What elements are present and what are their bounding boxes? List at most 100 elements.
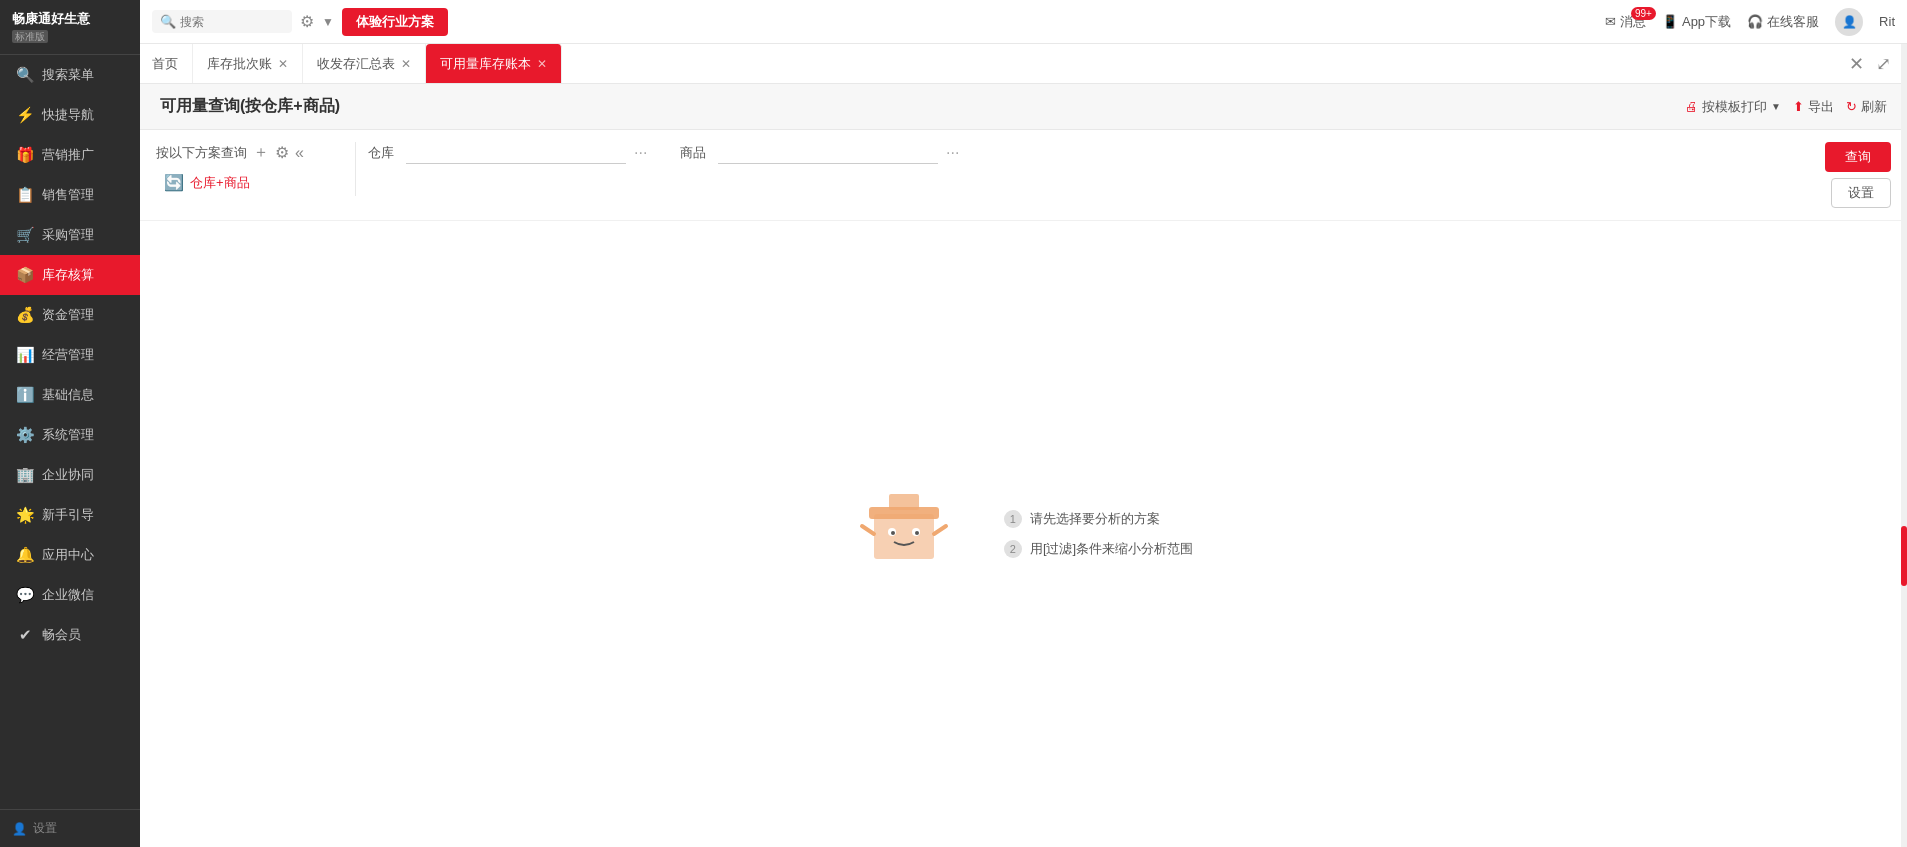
sidebar-item-quick-nav[interactable]: ⚡ 快捷导航: [0, 95, 140, 135]
service-label: 在线客服: [1767, 13, 1819, 31]
tab-batch-ledger[interactable]: 库存批次账 ✕: [193, 44, 303, 83]
sidebar: 畅康通好生意 标准版 🔍 搜索菜单 ⚡ 快捷导航 🎁 营销推广 📋 销售管理 🛒…: [0, 0, 140, 847]
sales-icon: 📋: [16, 186, 34, 204]
right-scrollbar: [1901, 44, 1907, 847]
sidebar-item-finance[interactable]: 💰 资金管理: [0, 295, 140, 335]
sidebar-item-newbie[interactable]: 🌟 新手引导: [0, 495, 140, 535]
sidebar-item-system[interactable]: ⚙️ 系统管理: [0, 415, 140, 455]
sidebar-item-inventory[interactable]: 📦 库存核算: [0, 255, 140, 295]
warehouse-field: 仓库 ···: [368, 142, 668, 164]
message-button[interactable]: ✉ 消息 99+: [1605, 13, 1646, 31]
tip-text-1: 请先选择要分析的方案: [1030, 510, 1160, 528]
purchase-icon: 🛒: [16, 226, 34, 244]
top-header: 🔍 ⚙ ▼ 体验行业方案 ✉ 消息 99+ 📱 App下载 🎧 在线客服 👤 R: [140, 0, 1907, 44]
online-service-button[interactable]: 🎧 在线客服: [1747, 13, 1819, 31]
tab-available-ledger-close-icon[interactable]: ✕: [537, 57, 547, 71]
svg-line-8: [934, 526, 946, 534]
main-area: 🔍 ⚙ ▼ 体验行业方案 ✉ 消息 99+ 📱 App下载 🎧 在线客服 👤 R: [140, 0, 1907, 847]
filter-buttons: 查询 设置: [1825, 142, 1891, 208]
page-header: 可用量查询(按仓库+商品) 🖨 按模板打印 ▼ ⬆ 导出 ↻ 刷新: [140, 84, 1907, 130]
tab-home-label: 首页: [152, 55, 178, 73]
sidebar-item-label: 新手引导: [42, 506, 94, 524]
filter-area: 按以下方案查询 ＋ ⚙ « 🔄 仓库+商品 仓库 ···: [140, 130, 1907, 221]
sidebar-item-marketing[interactable]: 🎁 营销推广: [0, 135, 140, 175]
app-download-button[interactable]: 📱 App下载: [1662, 13, 1731, 31]
sidebar-item-label: 企业微信: [42, 586, 94, 604]
sidebar-item-appstore[interactable]: 🔔 应用中心: [0, 535, 140, 575]
message-badge: 99+: [1631, 7, 1656, 20]
sidebar-item-search[interactable]: 🔍 搜索菜单: [0, 55, 140, 95]
add-scheme-button[interactable]: ＋: [253, 142, 269, 163]
search-box-icon: 🔍: [160, 14, 176, 29]
sidebar-item-member[interactable]: ✔ 畅会员: [0, 615, 140, 655]
tab-collect-ledger-label: 收发存汇总表: [317, 55, 395, 73]
member-icon: ✔: [16, 626, 34, 644]
sidebar-item-label: 销售管理: [42, 186, 94, 204]
product-input[interactable]: [718, 142, 938, 164]
sidebar-item-operation[interactable]: 📊 经营管理: [0, 335, 140, 375]
tab-close-icon[interactable]: ✕: [1845, 51, 1868, 77]
print-label: 按模板打印: [1702, 98, 1767, 116]
export-icon: ⬆: [1793, 99, 1804, 114]
edit-scheme-button[interactable]: ⚙: [275, 143, 289, 162]
message-icon: ✉: [1605, 14, 1616, 29]
settings-button[interactable]: 设置: [1831, 178, 1891, 208]
avatar[interactable]: 👤: [1835, 8, 1863, 36]
warehouse-input[interactable]: [406, 142, 626, 164]
version-tag: 标准版: [12, 30, 48, 43]
system-icon: ⚙️: [16, 426, 34, 444]
content-area: 可用量查询(按仓库+商品) 🖨 按模板打印 ▼ ⬆ 导出 ↻ 刷新: [140, 84, 1907, 847]
tip-num-1: 1: [1004, 510, 1022, 528]
print-button[interactable]: 🖨 按模板打印 ▼: [1685, 98, 1781, 116]
sidebar-logo: 畅康通好生意 标准版: [0, 0, 140, 55]
tab-collect-ledger-close-icon[interactable]: ✕: [401, 57, 411, 71]
tab-collect-ledger[interactable]: 收发存汇总表 ✕: [303, 44, 426, 83]
refresh-button[interactable]: ↻ 刷新: [1846, 98, 1887, 116]
empty-tips: 1 请先选择要分析的方案 2 用[过滤]条件来缩小分析范围: [1004, 510, 1193, 558]
tab-expand-icon[interactable]: ⤢: [1872, 51, 1895, 77]
sidebar-item-label: 采购管理: [42, 226, 94, 244]
avatar-image: 👤: [1842, 15, 1857, 29]
collapse-scheme-button[interactable]: «: [295, 144, 304, 162]
sidebar-item-label: 应用中心: [42, 546, 94, 564]
sidebar-item-purchase[interactable]: 🛒 采购管理: [0, 215, 140, 255]
sidebar-item-sales[interactable]: 📋 销售管理: [0, 175, 140, 215]
search-input[interactable]: [180, 15, 280, 29]
sidebar-item-basics[interactable]: ℹ️ 基础信息: [0, 375, 140, 415]
sidebar-bottom: 👤 设置: [0, 809, 140, 847]
operation-icon: 📊: [16, 346, 34, 364]
sidebar-item-label: 畅会员: [42, 626, 81, 644]
svg-rect-2: [889, 494, 919, 510]
query-button[interactable]: 查询: [1825, 142, 1891, 172]
app-download-icon: 📱: [1662, 14, 1678, 29]
trial-button[interactable]: 体验行业方案: [342, 8, 448, 36]
tab-available-ledger-label: 可用量库存账本: [440, 55, 531, 73]
dropdown-arrow-icon[interactable]: ▼: [322, 15, 334, 29]
filter-row: 仓库 ··· 商品 ···: [368, 142, 1813, 164]
tab-home[interactable]: 首页: [152, 44, 193, 83]
inventory-icon: 📦: [16, 266, 34, 284]
empty-state: 1 请先选择要分析的方案 2 用[过滤]条件来缩小分析范围: [140, 221, 1907, 847]
tip-num-2: 2: [1004, 540, 1022, 558]
search-box[interactable]: 🔍: [152, 10, 292, 33]
tab-batch-ledger-close-icon[interactable]: ✕: [278, 57, 288, 71]
scheme-item-warehouse-product[interactable]: 🔄 仓库+商品: [156, 169, 339, 196]
sidebar-item-label: 系统管理: [42, 426, 94, 444]
sidebar-bottom-label: 设置: [33, 820, 57, 837]
sidebar-item-enterprise[interactable]: 🏢 企业协同: [0, 455, 140, 495]
scrollbar-thumb[interactable]: [1901, 526, 1907, 586]
sidebar-item-wechat[interactable]: 💬 企业微信: [0, 575, 140, 615]
sidebar-item-label: 资金管理: [42, 306, 94, 324]
product-more-icon[interactable]: ···: [946, 144, 959, 162]
export-button[interactable]: ⬆ 导出: [1793, 98, 1834, 116]
tab-available-ledger[interactable]: 可用量库存账本 ✕: [426, 44, 562, 83]
settings-gear-icon[interactable]: ⚙: [300, 12, 314, 31]
tabs-actions: ✕ ⤢: [1845, 51, 1895, 77]
warehouse-more-icon[interactable]: ···: [634, 144, 647, 162]
tip-item-2: 2 用[过滤]条件来缩小分析范围: [1004, 540, 1193, 558]
tab-batch-ledger-label: 库存批次账: [207, 55, 272, 73]
user-icon: 👤: [12, 822, 27, 836]
refresh-icon: ↻: [1846, 99, 1857, 114]
empty-illustration: [854, 474, 974, 594]
sidebar-item-label: 企业协同: [42, 466, 94, 484]
